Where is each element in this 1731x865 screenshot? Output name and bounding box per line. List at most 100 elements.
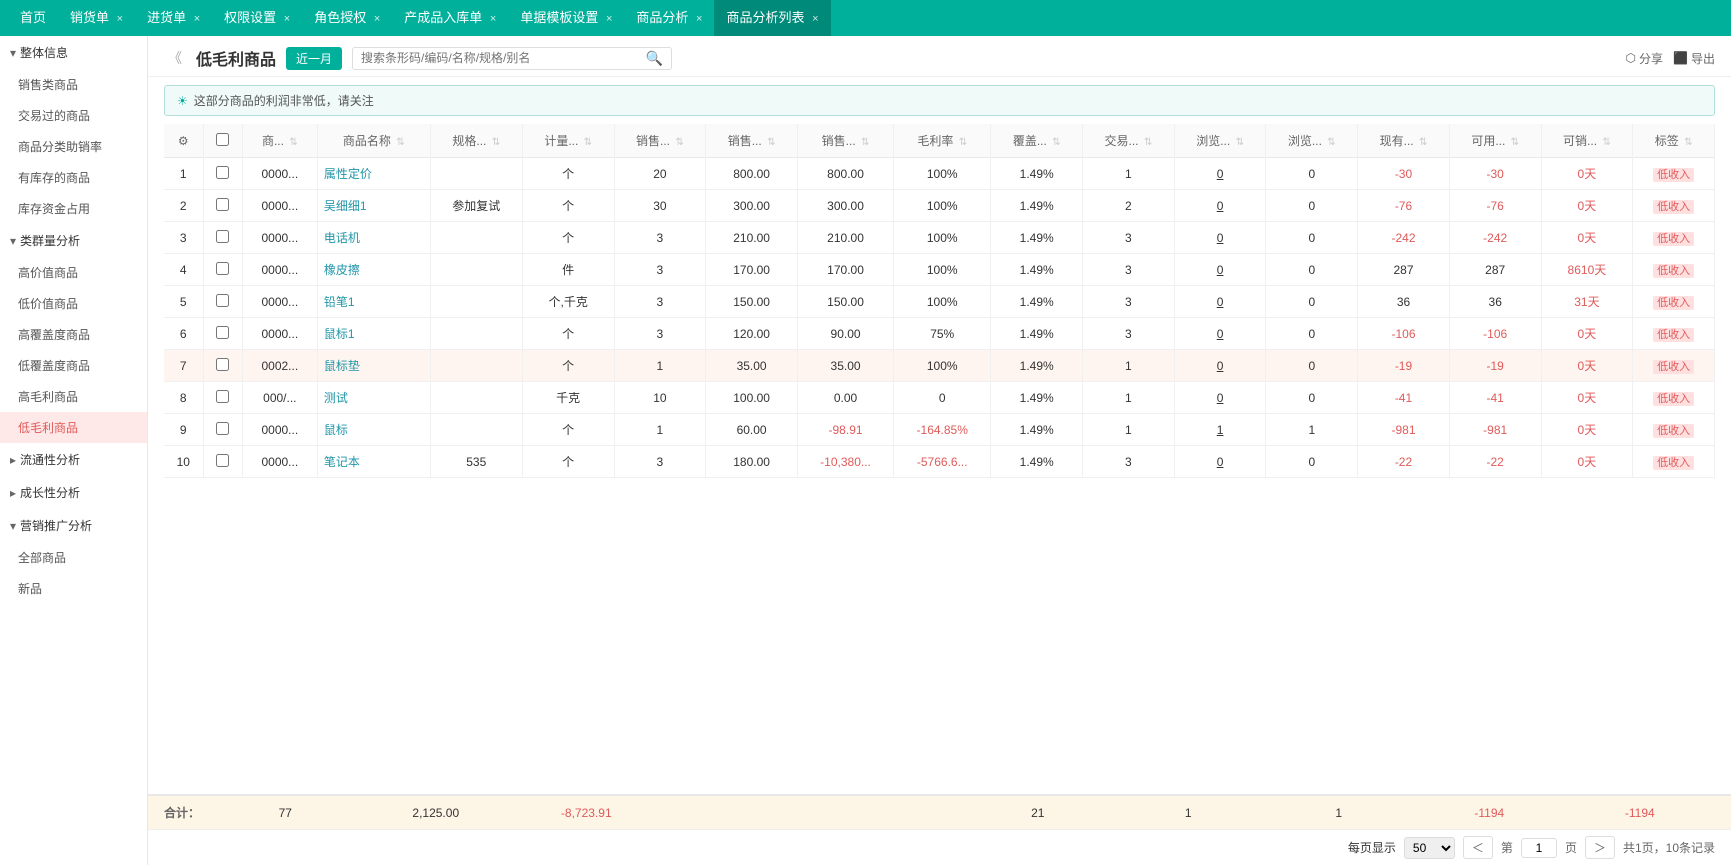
search-input[interactable] [361,51,646,65]
col-available[interactable]: 可用... ⇅ [1449,124,1541,158]
row-name[interactable]: 电话机 [317,222,430,254]
row-checkbox[interactable] [203,286,242,318]
sidebar-item-low-coverage[interactable]: 低覆盖度商品 [0,350,147,381]
col-unit[interactable]: 计量... ⇅ [522,124,614,158]
row-name[interactable]: 铅笔1 [317,286,430,318]
col-transactions[interactable]: 交易... ⇅ [1083,124,1175,158]
nav-item-purchase[interactable]: 进货单 × [135,0,212,36]
close-goods-list-icon[interactable]: × [812,13,818,25]
row-checkbox[interactable] [203,414,242,446]
row-select-checkbox[interactable] [216,358,229,371]
sidebar-item-stock-goods[interactable]: 有库存的商品 [0,162,147,193]
nav-item-product-entry[interactable]: 产成品入库单 × [392,0,508,36]
close-sales-icon[interactable]: × [117,13,123,25]
nav-item-role[interactable]: 角色授权 × [302,0,392,36]
row-views1[interactable]: 0 [1174,382,1266,414]
row-select-checkbox[interactable] [216,166,229,179]
row-select-checkbox[interactable] [216,262,229,275]
sidebar-section-marketing[interactable]: ▾ 营销推广分析 [0,509,147,542]
nav-item-goods-analysis[interactable]: 商品分析 × [624,0,714,36]
row-name[interactable]: 吴细细1 [317,190,430,222]
row-views1[interactable]: 0 [1174,286,1266,318]
sidebar-item-sales-goods[interactable]: 销售类商品 [0,69,147,100]
sidebar-item-traded-goods[interactable]: 交易过的商品 [0,100,147,131]
row-select-checkbox[interactable] [216,326,229,339]
nav-item-permission[interactable]: 权限设置 × [212,0,302,36]
row-select-checkbox[interactable] [216,230,229,243]
share-button[interactable]: ⬡ 分享 [1626,50,1664,67]
sidebar-item-all-goods[interactable]: 全部商品 [0,542,147,573]
row-views1[interactable]: 0 [1174,158,1266,190]
export-button[interactable]: ⬛ 导出 [1673,50,1715,67]
sidebar-collapse-button[interactable]: 《 [164,48,186,68]
sidebar-item-high-coverage[interactable]: 高覆盖度商品 [0,319,147,350]
sidebar-section-growth[interactable]: ▸ 成长性分析 [0,476,147,509]
col-code[interactable]: 商... ⇅ [242,124,317,158]
per-page-select[interactable]: 50 100 [1404,837,1455,859]
close-product-entry-icon[interactable]: × [490,13,496,25]
col-sellable[interactable]: 可销... ⇅ [1541,124,1633,158]
row-views1[interactable]: 0 [1174,318,1266,350]
col-name[interactable]: 商品名称 ⇅ [317,124,430,158]
row-views1[interactable]: 1 [1174,414,1266,446]
nav-item-sales[interactable]: 销货单 × [58,0,135,36]
row-name[interactable]: 笔记本 [317,446,430,478]
col-sales-qty[interactable]: 销售... ⇅ [614,124,706,158]
row-checkbox[interactable] [203,158,242,190]
filter-recent-month-button[interactable]: 近一月 [286,47,342,70]
row-select-checkbox[interactable] [216,390,229,403]
sidebar-item-high-gross[interactable]: 高毛利商品 [0,381,147,412]
row-views1[interactable]: 0 [1174,350,1266,382]
row-views1[interactable]: 0 [1174,446,1266,478]
page-number-input[interactable] [1521,838,1557,858]
close-permission-icon[interactable]: × [284,13,290,25]
sidebar-section-flow[interactable]: ▸ 流通性分析 [0,443,147,476]
nav-item-goods-analysis-list[interactable]: 商品分析列表 × [714,0,830,36]
sidebar-item-goods-assist-rate[interactable]: 商品分类助销率 [0,131,147,162]
row-select-checkbox[interactable] [216,454,229,467]
sidebar-item-low-value[interactable]: 低价值商品 [0,288,147,319]
next-page-button[interactable]: ＞ [1585,836,1615,859]
nav-item-template[interactable]: 单据模板设置 × [508,0,624,36]
row-name[interactable]: 属性定价 [317,158,430,190]
col-views2[interactable]: 浏览... ⇅ [1266,124,1358,158]
row-select-checkbox[interactable] [216,294,229,307]
close-purchase-icon[interactable]: × [194,13,200,25]
sidebar-section-cluster[interactable]: ▾ 类群量分析 [0,224,147,257]
row-name[interactable]: 橡皮擦 [317,254,430,286]
row-checkbox[interactable] [203,318,242,350]
sidebar-item-stock-capital[interactable]: 库存资金占用 [0,193,147,224]
row-checkbox[interactable] [203,382,242,414]
row-select-checkbox[interactable] [216,422,229,435]
close-template-icon[interactable]: × [606,13,612,25]
row-name[interactable]: 鼠标 [317,414,430,446]
sidebar-item-new-goods[interactable]: 新品 [0,573,147,604]
col-tag[interactable]: 标签 ⇅ [1633,124,1715,158]
row-views1[interactable]: 0 [1174,254,1266,286]
row-checkbox[interactable] [203,446,242,478]
row-name[interactable]: 鼠标1 [317,318,430,350]
close-role-icon[interactable]: × [374,13,380,25]
select-all-checkbox[interactable] [216,133,229,146]
sidebar-item-low-gross[interactable]: 低毛利商品 [0,412,147,443]
prev-page-button[interactable]: ＜ [1463,836,1493,859]
col-gear[interactable]: ⚙ [164,124,203,158]
col-current-stock[interactable]: 现有... ⇅ [1358,124,1450,158]
row-views1[interactable]: 0 [1174,190,1266,222]
close-goods-analysis-icon[interactable]: × [696,13,702,25]
col-checkbox[interactable] [203,124,242,158]
row-checkbox[interactable] [203,222,242,254]
col-gross-margin[interactable]: 毛利率 ⇅ [894,124,991,158]
row-name[interactable]: 鼠标垫 [317,350,430,382]
search-icon[interactable]: 🔍 [646,50,663,67]
row-views1[interactable]: 0 [1174,222,1266,254]
row-name[interactable]: 测试 [317,382,430,414]
row-checkbox[interactable] [203,254,242,286]
col-spec[interactable]: 规格... ⇅ [430,124,522,158]
col-coverage[interactable]: 覆盖... ⇅ [991,124,1083,158]
row-select-checkbox[interactable] [216,198,229,211]
col-views1[interactable]: 浏览... ⇅ [1174,124,1266,158]
col-sales-amount[interactable]: 销售... ⇅ [797,124,893,158]
sidebar-section-overall[interactable]: ▾ 整体信息 [0,36,147,69]
row-checkbox[interactable] [203,190,242,222]
